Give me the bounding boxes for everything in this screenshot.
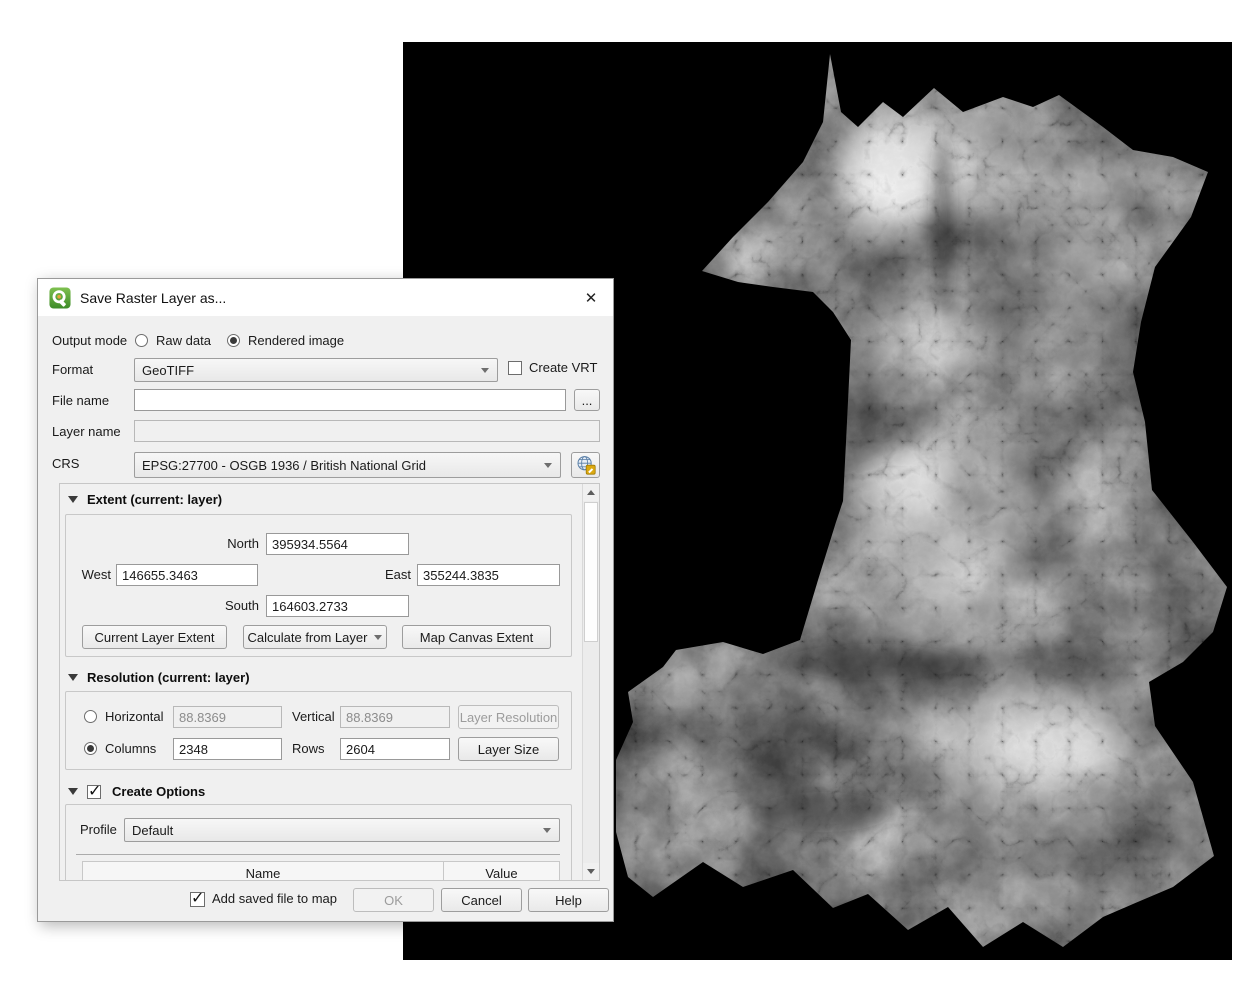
- chevron-down-icon: [481, 368, 489, 373]
- calculate-from-layer-label: Calculate from Layer: [247, 629, 368, 645]
- separator: [76, 854, 560, 855]
- crs-combo[interactable]: EPSG:27700 - OSGB 1936 / British Nationa…: [134, 452, 561, 478]
- raw-data-label[interactable]: Raw data: [156, 331, 211, 351]
- west-label: West: [81, 567, 111, 582]
- extent-header-label: Extent (current: layer): [87, 492, 223, 507]
- resolution-header-label: Resolution (current: layer): [87, 670, 250, 685]
- resolution-groupbox: Horizontal Vertical Layer Resolution Col…: [65, 691, 572, 770]
- dialog-title: Save Raster Layer as...: [80, 289, 227, 306]
- browse-button[interactable]: ...: [574, 389, 600, 411]
- format-value: GeoTIFF: [142, 362, 195, 378]
- profile-value: Default: [132, 822, 174, 838]
- vertical-scrollbar[interactable]: [582, 484, 599, 880]
- north-label: North: [227, 536, 259, 551]
- profile-combo[interactable]: Default: [124, 818, 560, 842]
- north-input[interactable]: [266, 533, 409, 555]
- profile-label: Profile: [80, 822, 117, 837]
- rendered-image-label[interactable]: Rendered image: [248, 331, 344, 351]
- layer-name-label: Layer name: [52, 424, 121, 439]
- dialog-titlebar[interactable]: Save Raster Layer as... ✕: [38, 279, 613, 316]
- globe-edit-icon: [577, 456, 596, 475]
- checkmark-icon: ✓: [88, 782, 102, 800]
- table-header-name[interactable]: Name: [82, 861, 444, 880]
- west-input[interactable]: [116, 564, 258, 586]
- help-button[interactable]: Help: [528, 888, 609, 912]
- south-label: South: [225, 598, 259, 613]
- create-options-section-header[interactable]: ✓ Create Options: [68, 783, 206, 800]
- create-options-groupbox: Profile Default Name Value: [65, 804, 572, 880]
- layer-resolution-button: Layer Resolution: [458, 705, 559, 729]
- rows-input[interactable]: [340, 738, 450, 760]
- chevron-down-icon: [543, 828, 551, 833]
- map-canvas-extent-button[interactable]: Map Canvas Extent: [402, 625, 551, 649]
- south-input[interactable]: [266, 595, 409, 617]
- scrollbar-thumb[interactable]: [584, 502, 598, 642]
- rendered-image-radio[interactable]: [227, 334, 240, 347]
- collapse-triangle-icon: [68, 496, 78, 503]
- close-icon[interactable]: ✕: [569, 279, 613, 316]
- options-scroll-area: Extent (current: layer) North West East …: [59, 483, 600, 881]
- create-vrt-label[interactable]: Create VRT: [529, 358, 597, 378]
- columns-input[interactable]: [173, 738, 282, 760]
- file-name-input[interactable]: [134, 389, 566, 411]
- arrow-down-icon: [587, 869, 595, 874]
- options-scroll-content: Extent (current: layer) North West East …: [60, 484, 582, 880]
- arrow-up-icon: [587, 490, 595, 495]
- create-options-checkbox[interactable]: ✓: [87, 783, 101, 800]
- resolution-section-header[interactable]: Resolution (current: layer): [68, 670, 250, 685]
- columns-label[interactable]: Columns: [105, 739, 156, 759]
- ok-button[interactable]: OK: [353, 888, 434, 912]
- scroll-up-button[interactable]: [583, 484, 599, 501]
- crs-label: CRS: [52, 456, 80, 471]
- chevron-down-icon: [374, 634, 383, 640]
- create-options-header-label: Create Options: [112, 784, 206, 799]
- format-combo[interactable]: GeoTIFF: [134, 358, 498, 382]
- extent-section-header[interactable]: Extent (current: layer): [68, 492, 222, 507]
- east-label: East: [384, 567, 411, 582]
- add-saved-file-checkbox[interactable]: ✓: [190, 890, 205, 907]
- horizontal-label[interactable]: Horizontal: [105, 707, 164, 727]
- save-raster-layer-dialog: Save Raster Layer as... ✕ Output mode Ra…: [37, 278, 614, 922]
- scroll-down-button[interactable]: [583, 863, 599, 880]
- checkmark-icon: ✓: [191, 890, 205, 907]
- qgis-logo-icon: [49, 286, 71, 309]
- vertical-input: [340, 706, 450, 728]
- calculate-from-layer-button[interactable]: Calculate from Layer: [243, 625, 387, 649]
- east-input[interactable]: [417, 564, 560, 586]
- collapse-triangle-icon: [68, 674, 78, 681]
- cancel-button[interactable]: Cancel: [441, 888, 522, 912]
- extent-groupbox: North West East South Current Layer Exte…: [65, 514, 572, 657]
- horizontal-radio[interactable]: [84, 710, 97, 723]
- rows-label: Rows: [292, 741, 325, 756]
- layer-size-button[interactable]: Layer Size: [458, 737, 559, 761]
- create-vrt-checkbox[interactable]: ✓: [508, 361, 522, 375]
- chevron-down-icon: [544, 463, 552, 468]
- columns-radio[interactable]: [84, 742, 97, 755]
- output-mode-label: Output mode: [52, 333, 128, 348]
- add-saved-file-label[interactable]: Add saved file to map: [212, 889, 337, 909]
- collapse-triangle-icon: [68, 788, 78, 795]
- table-header-value[interactable]: Value: [443, 861, 560, 880]
- crs-value: EPSG:27700 - OSGB 1936 / British Nationa…: [142, 457, 426, 473]
- current-layer-extent-button[interactable]: Current Layer Extent: [82, 625, 227, 649]
- file-name-label: File name: [52, 393, 110, 408]
- vertical-label: Vertical: [292, 709, 335, 724]
- raw-data-radio[interactable]: [135, 334, 148, 347]
- select-crs-button[interactable]: [571, 452, 600, 478]
- layer-name-input: [134, 420, 600, 442]
- format-label: Format: [52, 362, 94, 377]
- horizontal-input: [173, 706, 282, 728]
